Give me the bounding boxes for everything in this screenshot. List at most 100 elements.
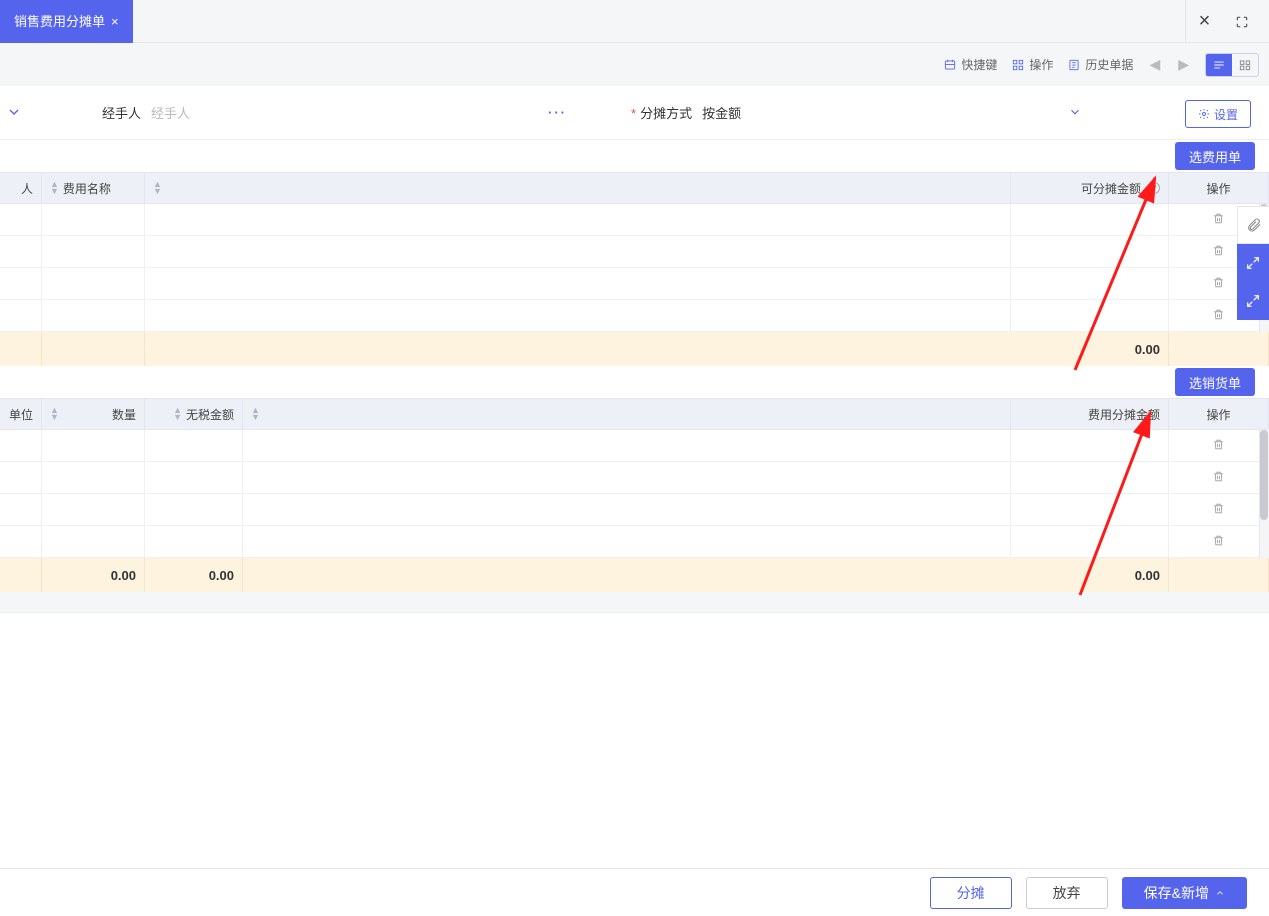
delete-row-button[interactable] [1212,438,1225,454]
tab-strip: 销售费用分摊单 × × [0,0,1269,43]
table-row[interactable] [0,430,1269,462]
col-qty: 数量 [63,406,136,423]
sum-qty: 0.00 [111,568,136,583]
sum-alloc: 0.00 [1135,568,1160,583]
select-expense-button[interactable]: 选费用单 [1175,142,1255,170]
next-record-button[interactable]: ▶ [1176,56,1191,73]
expand-button-2[interactable] [1237,282,1269,320]
handler-more-icon[interactable]: ··· [548,105,567,120]
table-row[interactable] [0,462,1269,494]
col-operate2: 操作 [1206,406,1230,423]
view-switch [1205,53,1259,77]
method-select[interactable]: 按金额 [702,103,1082,122]
allocate-button[interactable]: 分摊 [930,877,1012,909]
expense-sum-row: 0.00 [0,332,1269,366]
sum-amount: 0.00 [209,568,234,583]
bottom-action-bar: 分摊 放弃 保存&新增 [0,868,1269,916]
discard-button[interactable]: 放弃 [1026,877,1108,909]
handler-input[interactable]: 经手人 ··· [151,103,571,122]
col-unit: 单位 [9,406,33,423]
delete-row-button[interactable] [1212,244,1225,260]
method-field: *分摊方式 按金额 [631,103,1082,122]
sort-icon[interactable]: ▲▼ [50,181,59,195]
tab-title: 销售费用分摊单 [14,0,105,43]
delete-row-button[interactable] [1212,276,1225,292]
help-icon[interactable]: ? [1148,182,1160,194]
sort-icon[interactable]: ▲▼ [173,407,182,421]
method-value: 按金额 [702,106,741,121]
sort-icon[interactable]: ▲▼ [153,181,162,195]
table-row[interactable] [0,268,1269,300]
history-icon [1067,58,1081,72]
required-star-icon: * [631,106,636,121]
expand-icon [1245,293,1261,309]
remark-area [0,612,1269,668]
handler-placeholder: 经手人 [151,106,190,121]
discard-label: 放弃 [1053,883,1081,903]
save-new-label: 保存&新增 [1144,883,1209,903]
attachment-button[interactable] [1237,206,1269,244]
sales-sum-row: 0.00 0.00 0.00 [0,558,1269,592]
toolbar: 快捷键 操作 历史单据 ◀ ▶ [0,43,1269,86]
paperclip-icon [1246,217,1262,233]
operate-icon [1011,58,1025,72]
shortcut-link[interactable]: 快捷键 [943,56,997,73]
table-row[interactable] [0,526,1269,558]
delete-row-button[interactable] [1212,212,1225,228]
sales-grid-header: 单位 ▲▼ 数量 ▲▼ 无税金额 ▲▼ 费用分摊金额 操作 [0,398,1269,430]
expense-grid-header: 人 ▲▼ 费用名称 ▲▼ 可分摊金额 ? 操作 [0,172,1269,204]
prev-record-button[interactable]: ◀ [1147,56,1162,73]
handler-field: 经手人 经手人 ··· [102,103,571,122]
expand-button-1[interactable] [1237,244,1269,282]
select-sales-label: 选销货单 [1189,373,1241,392]
tab-active[interactable]: 销售费用分摊单 × [0,0,133,43]
settings-button[interactable]: 设置 [1185,100,1251,128]
sum-allocatable: 0.00 [1135,342,1160,357]
gear-icon [1198,108,1210,120]
col-expense-name: 费用名称 [63,180,111,197]
delete-row-button[interactable] [1212,470,1225,486]
table-row[interactable] [0,494,1269,526]
save-new-button[interactable]: 保存&新增 [1122,877,1247,909]
method-label: *分摊方式 [631,103,692,122]
view-list-button[interactable] [1206,54,1232,76]
shortcut-label: 快捷键 [961,56,997,73]
col-payee: 人 [21,180,33,197]
expense-grid-body [0,204,1269,332]
chevron-up-icon [1215,888,1225,898]
delete-row-button[interactable] [1212,308,1225,324]
fullscreen-button[interactable] [1223,0,1261,43]
sales-grid: 选销货单 单位 ▲▼ 数量 ▲▼ 无税金额 ▲▼ 费用分摊金额 操作 [0,366,1269,592]
operate-link[interactable]: 操作 [1011,56,1053,73]
select-sales-button[interactable]: 选销货单 [1175,368,1255,396]
method-dropdown-icon[interactable] [1068,105,1082,122]
sort-icon[interactable]: ▲▼ [50,407,59,421]
select-expense-label: 选费用单 [1189,147,1241,166]
divider-strip [0,592,1269,612]
scrollbar[interactable] [1259,430,1269,558]
expense-grid: 选费用单 人 ▲▼ 费用名称 ▲▼ 可分摊金额 ? 操作 [0,140,1269,366]
history-link[interactable]: 历史单据 [1067,56,1133,73]
sales-grid-body [0,430,1269,558]
view-card-button[interactable] [1232,54,1258,76]
tab-close-icon[interactable]: × [111,0,119,43]
settings-label: 设置 [1214,106,1238,123]
table-row[interactable] [0,300,1269,332]
col-operate: 操作 [1206,180,1230,197]
col-amount-excl-tax: 无税金额 [186,406,234,423]
operate-label: 操作 [1029,56,1053,73]
delete-row-button[interactable] [1212,502,1225,518]
table-row[interactable] [0,204,1269,236]
table-row[interactable] [0,236,1269,268]
window-close-button[interactable]: × [1185,0,1223,43]
shortcut-icon [943,58,957,72]
sort-icon[interactable]: ▲▼ [251,407,260,421]
form-bar: 经手人 经手人 ··· *分摊方式 按金额 设置 [0,86,1269,140]
history-label: 历史单据 [1085,56,1133,73]
expand-icon [1245,255,1261,271]
col-allocatable: 可分摊金额 [1081,180,1141,197]
allocate-label: 分摊 [957,883,985,903]
delete-row-button[interactable] [1212,534,1225,550]
left-dropdown-icon[interactable] [6,104,22,123]
col-alloc-amount: 费用分摊金额 [1088,406,1160,423]
